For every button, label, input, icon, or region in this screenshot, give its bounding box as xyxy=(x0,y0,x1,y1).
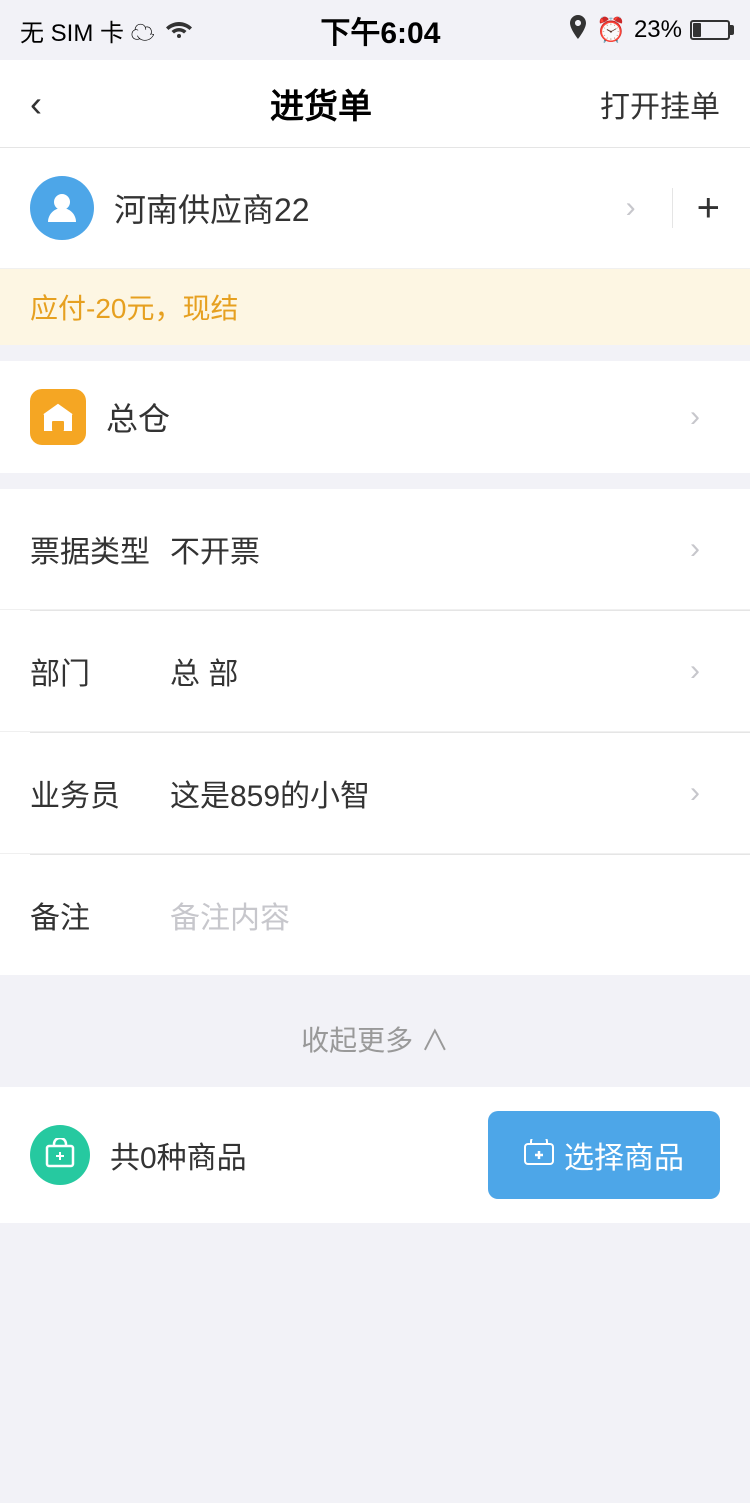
warehouse-icon xyxy=(30,389,86,445)
product-count: 共0种商品 xyxy=(110,1133,488,1177)
status-time: 下午6:04 xyxy=(320,8,440,52)
salesman-label: 业务员 xyxy=(30,771,170,815)
invoice-label: 票据类型 xyxy=(30,527,170,571)
remark-label: 备注 xyxy=(30,893,170,937)
bottom-bar: 共0种商品 选择商品 xyxy=(0,1087,750,1223)
status-bar: 无 SIM 卡 ☁ 下午6:04 ⏰ 23% xyxy=(0,0,750,60)
select-product-button[interactable]: 选择商品 xyxy=(488,1111,720,1199)
department-value: 总 部 xyxy=(170,649,690,693)
department-row[interactable]: 部门 总 部 › xyxy=(0,611,750,732)
department-chevron-icon: › xyxy=(690,654,700,688)
back-button[interactable]: ‹ xyxy=(30,83,42,125)
location-icon xyxy=(568,15,588,46)
clock-icon: ⏰ xyxy=(596,16,626,45)
invoice-chevron-icon: › xyxy=(690,532,700,566)
status-left: 无 SIM 卡 ☁ xyxy=(20,13,193,48)
remark-input[interactable]: 备注内容 xyxy=(170,893,720,937)
warehouse-name: 总仓 xyxy=(106,394,690,440)
product-icon xyxy=(30,1125,90,1185)
warehouse-chevron-icon: › xyxy=(690,400,700,434)
warehouse-card[interactable]: 总仓 › xyxy=(0,361,750,473)
salesman-chevron-icon: › xyxy=(690,776,700,810)
form-card: 票据类型 不开票 › 部门 总 部 › 业务员 这是859的小智 › 备注 备注… xyxy=(0,489,750,975)
supplier-chevron-icon: › xyxy=(626,191,636,225)
main-content: 河南供应商22 › + 应付-20元，现结 总仓 › 票据类型 不开票 xyxy=(0,148,750,1503)
battery-icon xyxy=(690,20,730,40)
nav-bar: ‹ 进货单 打开挂单 xyxy=(0,60,750,148)
sim-text: 无 SIM 卡 ☁ xyxy=(20,13,155,48)
warehouse-row[interactable]: 总仓 › xyxy=(0,361,750,473)
collapse-button[interactable]: 收起更多 ∧ xyxy=(0,991,750,1087)
select-product-icon xyxy=(524,1139,554,1172)
supplier-row[interactable]: 河南供应商22 › + xyxy=(0,148,750,269)
alert-banner: 应付-20元，现结 xyxy=(0,269,750,345)
supplier-divider xyxy=(672,188,673,228)
supplier-avatar xyxy=(30,176,94,240)
page-title: 进货单 xyxy=(270,79,372,128)
supplier-card: 河南供应商22 › + 应付-20元，现结 xyxy=(0,148,750,345)
select-product-label: 选择商品 xyxy=(564,1133,684,1177)
invoice-row[interactable]: 票据类型 不开票 › xyxy=(0,489,750,610)
open-pending-button[interactable]: 打开挂单 xyxy=(600,82,720,126)
add-supplier-button[interactable]: + xyxy=(697,186,720,231)
status-right: ⏰ 23% xyxy=(568,15,730,46)
bottom-spacer xyxy=(0,1223,750,1503)
invoice-value: 不开票 xyxy=(170,527,690,571)
wifi-icon xyxy=(165,16,193,45)
remark-row[interactable]: 备注 备注内容 xyxy=(0,855,750,975)
salesman-row[interactable]: 业务员 这是859的小智 › xyxy=(0,733,750,854)
supplier-name: 河南供应商22 xyxy=(114,185,626,231)
battery-text: 23% xyxy=(634,16,682,44)
department-label: 部门 xyxy=(30,649,170,693)
salesman-value: 这是859的小智 xyxy=(170,771,690,815)
